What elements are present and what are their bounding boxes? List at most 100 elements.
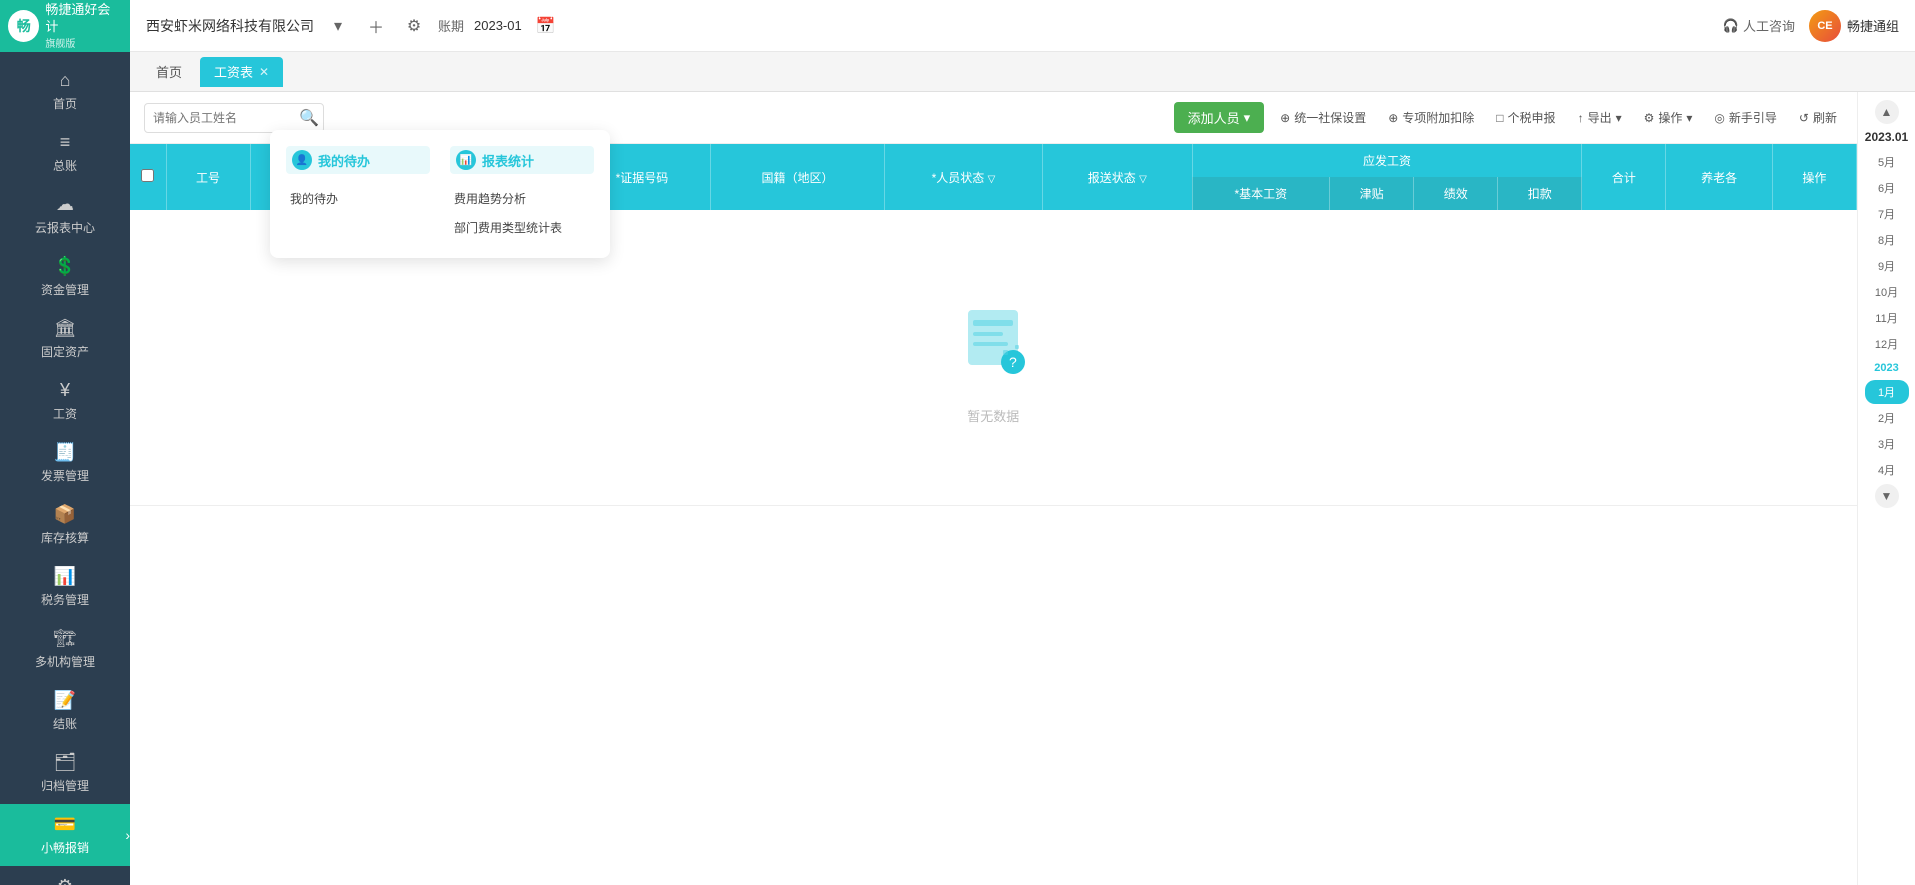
timeline-month-6[interactable]: 6月	[1865, 176, 1909, 200]
col-action: 操作	[1772, 144, 1856, 210]
search-input[interactable]	[153, 111, 293, 125]
sidebar-item-ledger[interactable]: ≡ 总账	[0, 122, 130, 184]
popup-item-mytodo[interactable]: 我的待办	[286, 184, 430, 213]
special-deduct-btn[interactable]: ⊕ 专项附加扣除	[1382, 105, 1480, 130]
search-box[interactable]: 🔍	[144, 103, 324, 133]
sidebar-item-basic[interactable]: ⚙ 基础设置	[0, 866, 130, 885]
service-btn[interactable]: 🎧 人工咨询	[1723, 16, 1795, 35]
popup-section-report: 📊 报表统计 费用趋势分析 部门费用类型统计表	[450, 146, 594, 242]
popup-item-trend[interactable]: 费用趋势分析	[450, 184, 594, 213]
refresh-btn[interactable]: ↺ 刷新	[1793, 105, 1843, 130]
timeline-month-5[interactable]: 5月	[1865, 150, 1909, 174]
top-header: 西安虾米网络科技有限公司 ▾ ＋ ⚙ 账期 2023-01 📅 🎧 人工咨询 C…	[130, 0, 1915, 52]
select-all-checkbox[interactable]	[141, 169, 154, 182]
header-left: 西安虾米网络科技有限公司 ▾ ＋ ⚙ 账期 2023-01 📅	[146, 12, 560, 40]
sidebar-item-reconcile[interactable]: 📝 结账	[0, 680, 130, 742]
popup-section-todo-title[interactable]: 👤 我的待办	[286, 146, 430, 174]
sidebar-item-fund[interactable]: 💲 资金管理	[0, 246, 130, 308]
tab-close-btn[interactable]: ✕	[259, 65, 269, 79]
header-right: 🎧 人工咨询 CE 畅捷通组	[1723, 10, 1899, 42]
export-btn[interactable]: ↑ 导出 ▾	[1572, 105, 1628, 130]
col-bonus: 绩效	[1414, 177, 1498, 210]
col-salary-group: 应发工资	[1192, 144, 1582, 177]
tax-icon: 📊	[54, 566, 76, 587]
social-label: 统一社保设置	[1294, 109, 1366, 126]
timeline-month-8[interactable]: 8月	[1865, 228, 1909, 252]
filter2-icon[interactable]: ▽	[1139, 174, 1147, 185]
sidebar-item-invoice[interactable]: 🧾 发票管理	[0, 432, 130, 494]
service-label: 人工咨询	[1743, 16, 1795, 35]
archive-icon: 🗂	[54, 752, 77, 773]
tab-salary[interactable]: 工资表 ✕	[200, 57, 283, 87]
popup-section-todo: 👤 我的待办 我的待办	[286, 146, 430, 242]
new-guide-btn[interactable]: ◎ 新手引导	[1708, 105, 1783, 130]
svg-text:?: ?	[1009, 354, 1017, 370]
timeline-month-7[interactable]: 7月	[1865, 202, 1909, 226]
search-icon: 🔍	[299, 108, 319, 128]
add-person-button[interactable]: 添加人员 ▾	[1174, 102, 1265, 133]
operate-btn[interactable]: ⚙ 操作 ▾	[1638, 105, 1699, 130]
timeline-month-3[interactable]: 3月	[1865, 432, 1909, 456]
operate-icon: ⚙	[1644, 111, 1655, 125]
social-insurance-btn[interactable]: ⊕ 统一社保设置	[1274, 105, 1372, 130]
sidebar-item-xiaochang[interactable]: 💳 小畅报销 ›	[0, 804, 130, 866]
timeline-month-10[interactable]: 10月	[1865, 280, 1909, 304]
sidebar-item-label: 首页	[53, 95, 77, 112]
timeline-month-11[interactable]: 11月	[1865, 306, 1909, 330]
sidebar-item-label: 总账	[53, 157, 77, 174]
add-company-btn[interactable]: ＋	[362, 12, 390, 40]
user-name: 畅捷通组	[1847, 16, 1899, 35]
avatar: CE	[1809, 10, 1841, 42]
salary-icon: ¥	[60, 380, 70, 401]
sidebar-item-salary[interactable]: ¥ 工资	[0, 370, 130, 432]
timeline-up-btn[interactable]: ▲	[1875, 100, 1899, 124]
nav-popup: 👤 我的待办 我的待办 📊 报表统计 费用趋势分析 部门费用类型统计表	[270, 130, 610, 258]
headset-icon: 🎧	[1723, 18, 1739, 34]
ledger-icon: ≡	[60, 132, 71, 153]
timeline-month-9[interactable]: 9月	[1865, 254, 1909, 278]
company-dropdown-btn[interactable]: ▾	[324, 12, 352, 40]
sidebar-item-fixed-assets[interactable]: 🏛 固定资产	[0, 308, 130, 370]
sidebar-item-inventory[interactable]: 📦 库存核算	[0, 494, 130, 556]
filter-icon[interactable]: ▽	[988, 174, 996, 185]
operate-label: 操作	[1658, 109, 1682, 126]
sidebar-item-multi-org[interactable]: 🏗 多机构管理	[0, 618, 130, 680]
sidebar-item-label: 资金管理	[41, 281, 89, 298]
calendar-icon[interactable]: 📅	[532, 12, 560, 40]
empty-text: 暂无数据	[967, 406, 1019, 425]
timeline-month-4[interactable]: 4月	[1865, 458, 1909, 482]
main-area: 西安虾米网络科技有限公司 ▾ ＋ ⚙ 账期 2023-01 📅 🎧 人工咨询 C…	[130, 0, 1915, 885]
sidebar-item-tax[interactable]: 📊 税务管理	[0, 556, 130, 618]
timeline-down-btn[interactable]: ▼	[1875, 484, 1899, 508]
settings-btn[interactable]: ⚙	[400, 12, 428, 40]
empty-illustration: ?	[943, 290, 1043, 390]
logo-icon: 畅	[8, 10, 39, 42]
col-total: 合计	[1582, 144, 1666, 210]
popup-item-dept-stat[interactable]: 部门费用类型统计表	[450, 213, 594, 242]
sidebar-item-cloud-report[interactable]: ☁ 云报表中心	[0, 184, 130, 246]
sidebar-item-archive[interactable]: 🗂 归档管理	[0, 742, 130, 804]
sidebar-item-home[interactable]: ⌂ 首页	[0, 60, 130, 122]
timeline-month-1-current[interactable]: 1月	[1865, 380, 1909, 404]
app-title: 畅捷通好会计	[45, 2, 122, 36]
tab-home[interactable]: 首页	[142, 57, 196, 87]
basic-icon: ⚙	[57, 876, 73, 885]
guide-icon: ◎	[1714, 111, 1724, 125]
timeline-month-12[interactable]: 12月	[1865, 332, 1909, 356]
sidebar-item-label: 发票管理	[41, 467, 89, 484]
report-icon: 📊	[456, 150, 476, 170]
period-value: 2023-01	[474, 18, 522, 33]
popup-section-report-title[interactable]: 📊 报表统计	[450, 146, 594, 174]
year-2023-label: 2023	[1874, 358, 1898, 378]
tax-report-btn[interactable]: □ 个税申报	[1490, 105, 1561, 130]
refresh-icon: ↺	[1799, 111, 1809, 125]
company-name: 西安虾米网络科技有限公司	[146, 16, 314, 36]
sidebar: 畅 畅捷通好会计 旗舰版 ⌂ 首页 ≡ 总账 ☁ 云报表中心 💲 资金管理 🏛 …	[0, 0, 130, 885]
user-area[interactable]: CE 畅捷通组	[1809, 10, 1899, 42]
sidebar-item-label: 云报表中心	[35, 219, 95, 236]
inventory-icon: 📦	[54, 504, 76, 525]
col-allowance: 津贴	[1330, 177, 1414, 210]
timeline-month-2[interactable]: 2月	[1865, 406, 1909, 430]
xiaochang-icon: 💳	[54, 814, 76, 835]
cloud-icon: ☁	[56, 194, 74, 215]
